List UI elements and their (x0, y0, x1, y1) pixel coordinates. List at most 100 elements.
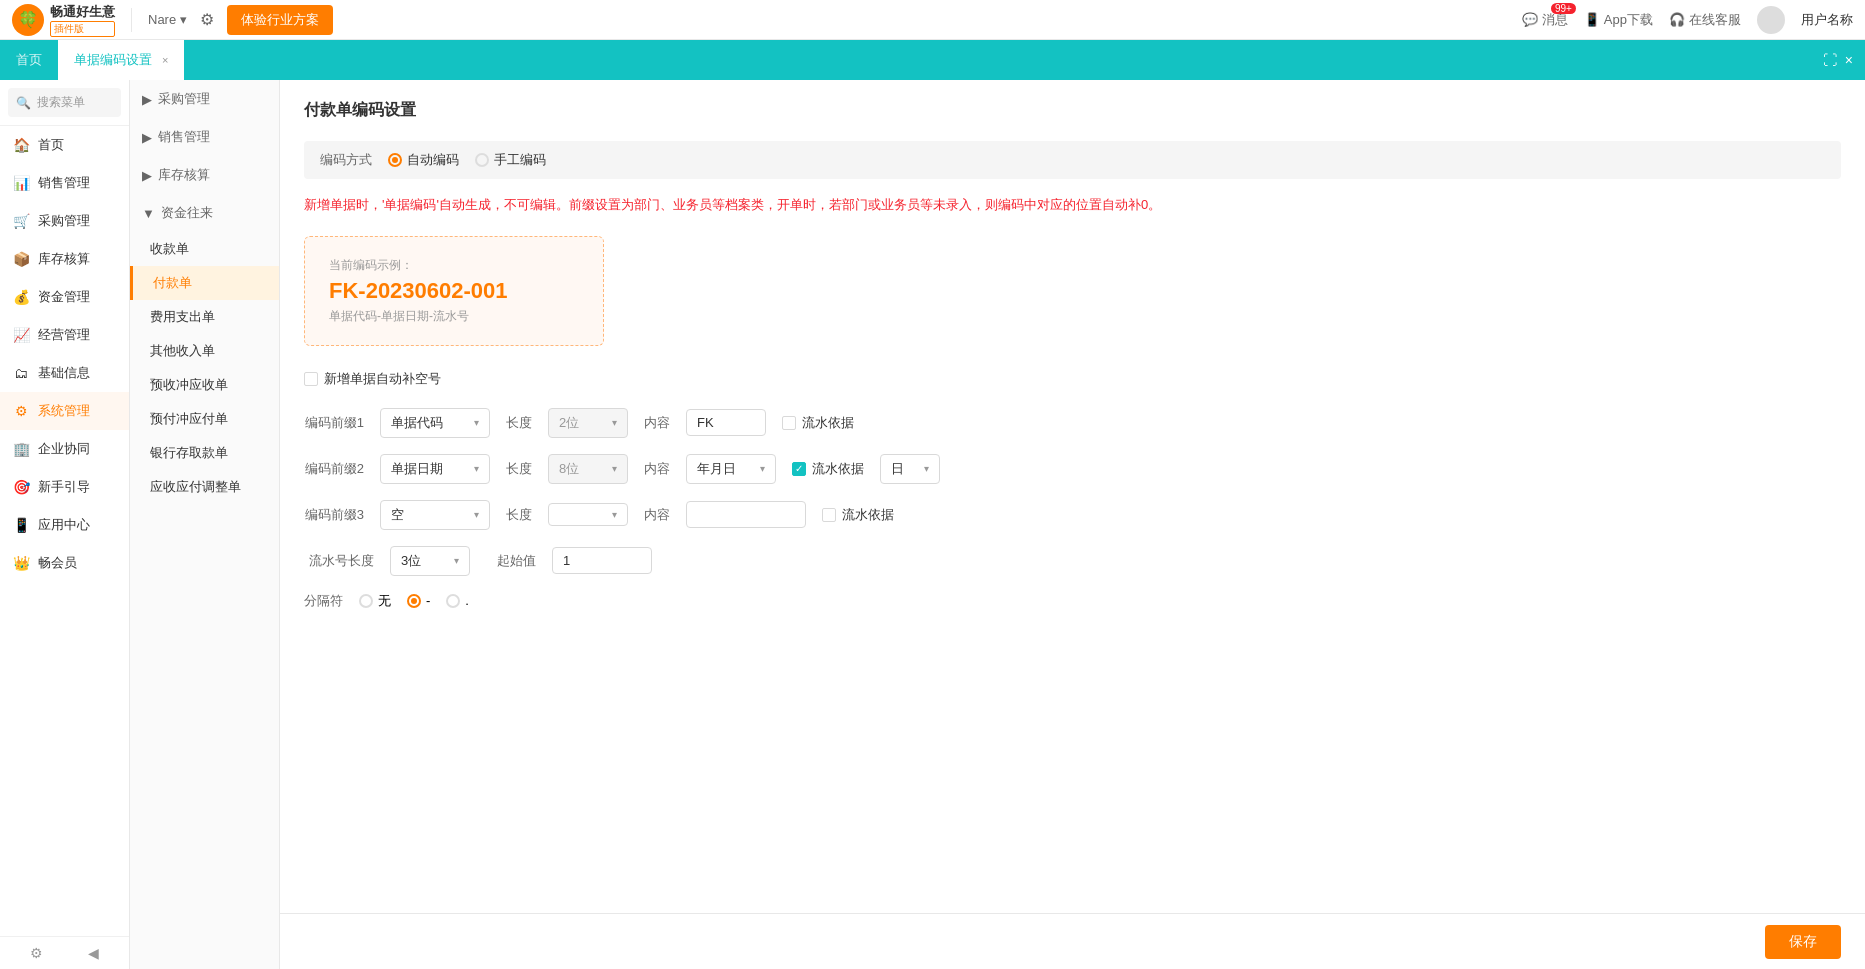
sub-group-inventory: ▶ 库存核算 (130, 156, 279, 194)
auto-fill-checkbox[interactable]: 新增单据自动补空号 (304, 370, 1841, 388)
waterfall-2-unit-select[interactable]: 日 ▾ (880, 454, 940, 484)
message-icon: 💬 (1522, 12, 1538, 27)
sidebar-item-inventory[interactable]: 📦 库存核算 (0, 240, 129, 278)
sidebar-item-basic[interactable]: 🗂 基础信息 (0, 354, 129, 392)
content-3-label: 内容 (644, 506, 670, 524)
app-download-button[interactable]: 📱 App下载 (1584, 11, 1653, 29)
expand-icon[interactable]: ⛶ (1823, 52, 1837, 68)
waterfall-1-checkbox-box[interactable] (782, 416, 796, 430)
length-2-select[interactable]: 8位 ▾ (548, 454, 628, 484)
sep-none-option[interactable]: 无 (359, 592, 391, 610)
encoding-mode-section: 编码方式 自动编码 手工编码 (304, 141, 1841, 179)
home-icon: 🏠 (12, 137, 30, 153)
prefix-1-select[interactable]: 单据代码 ▾ (380, 408, 490, 438)
waterfall-1-checkbox[interactable]: 流水依据 (782, 414, 854, 432)
content-3-input[interactable] (686, 501, 806, 528)
auto-encoding-radio[interactable] (388, 153, 402, 167)
waterfall-2-checkbox[interactable]: ✓ 流水依据 (792, 460, 864, 478)
tab-encoding[interactable]: 单据编码设置 × (58, 40, 184, 80)
chevron-icon: ▾ (924, 463, 929, 474)
sidebar-item-enterprise[interactable]: 🏢 企业协同 (0, 430, 129, 468)
online-service-button[interactable]: 🎧 在线客服 (1669, 11, 1741, 29)
auto-fill-checkbox-box[interactable] (304, 372, 318, 386)
sub-item-prepay-pay[interactable]: 预付冲应付单 (130, 402, 279, 436)
start-value-label: 起始值 (486, 552, 536, 570)
tab-home[interactable]: 首页 (0, 40, 58, 80)
logo-text: 畅通好生意 插件版 (50, 3, 115, 37)
sidebar-collapse-button[interactable]: ◀ (88, 945, 99, 961)
code-preview-desc: 单据代码-单据日期-流水号 (329, 308, 579, 325)
close-tab-action-icon[interactable]: × (1845, 52, 1853, 68)
sub-group-purchase: ▶ 采购管理 (130, 80, 279, 118)
chevron-icon: ▾ (474, 463, 479, 474)
message-button[interactable]: 💬 消息 99+ (1522, 11, 1568, 29)
sub-sidebar: ▶ 采购管理 ▶ 销售管理 ▶ 库存核算 ▼ 资金往来 收款单 付款单 费用支出… (130, 80, 280, 969)
sub-item-receipt[interactable]: 收款单 (130, 232, 279, 266)
prefix-2-select[interactable]: 单据日期 ▾ (380, 454, 490, 484)
sidebar-item-sales[interactable]: 📊 销售管理 (0, 164, 129, 202)
sub-group-sales-title[interactable]: ▶ 销售管理 (130, 118, 279, 156)
nav-tab-actions: ⛶ × (1811, 52, 1865, 68)
member-icon: 👑 (12, 555, 30, 571)
content-2-select[interactable]: 年月日 ▾ (686, 454, 776, 484)
sub-item-receivable-adj[interactable]: 应收应付调整单 (130, 470, 279, 504)
save-button[interactable]: 保存 (1765, 925, 1841, 959)
sep-none-radio[interactable] (359, 594, 373, 608)
sub-item-other-income[interactable]: 其他收入单 (130, 334, 279, 368)
waterfall-3-checkbox-box[interactable] (822, 508, 836, 522)
sidebar-settings-button[interactable]: ⚙ (30, 945, 43, 961)
sidebar-item-member[interactable]: 👑 畅会员 (0, 544, 129, 582)
sub-group-inventory-title[interactable]: ▶ 库存核算 (130, 156, 279, 194)
sub-group-capital: ▼ 资金往来 收款单 付款单 费用支出单 其他收入单 预收冲应收单 预付冲应付单… (130, 194, 279, 504)
nav-tabs: 首页 单据编码设置 × ⛶ × (0, 40, 1865, 80)
serial-length-label: 流水号长度 (304, 552, 374, 570)
arrow-down-icon: ▼ (142, 206, 155, 221)
sub-item-bank-deposit[interactable]: 银行存取款单 (130, 436, 279, 470)
serial-length-select[interactable]: 3位 ▾ (390, 546, 470, 576)
waterfall-3-checkbox[interactable]: 流水依据 (822, 506, 894, 524)
trial-button[interactable]: 体验行业方案 (227, 5, 333, 35)
sep-dash-option[interactable]: - (407, 593, 430, 608)
inventory-icon: 📦 (12, 251, 30, 267)
search-menu-button[interactable]: 🔍 搜索菜单 (8, 88, 121, 117)
sep-dot-option[interactable]: . (446, 593, 469, 608)
top-bar-left: 🍀 畅通好生意 插件版 Nare ▾ ⚙ 体验行业方案 (12, 3, 333, 37)
waterfall-2-checkbox-box[interactable]: ✓ (792, 462, 806, 476)
enterprise-icon: 🏢 (12, 441, 30, 457)
sidebar-item-home[interactable]: 🏠 首页 (0, 126, 129, 164)
sidebar-item-guide[interactable]: 🎯 新手引导 (0, 468, 129, 506)
sub-item-prepay-receive[interactable]: 预收冲应收单 (130, 368, 279, 402)
sidebar-item-purchase[interactable]: 🛒 采购管理 (0, 202, 129, 240)
manual-encoding-option[interactable]: 手工编码 (475, 151, 546, 169)
sub-item-payment[interactable]: 付款单 (130, 266, 279, 300)
sub-group-purchase-title[interactable]: ▶ 采购管理 (130, 80, 279, 118)
company-selector[interactable]: Nare ▾ (148, 12, 187, 27)
message-badge: 99+ (1551, 3, 1576, 14)
sub-item-expense[interactable]: 费用支出单 (130, 300, 279, 334)
sidebar-search-section: 🔍 搜索菜单 (0, 80, 129, 126)
auto-encoding-option[interactable]: 自动编码 (388, 151, 459, 169)
chevron-icon: ▾ (474, 509, 479, 520)
chevron-icon: ▾ (474, 417, 479, 428)
sidebar-item-finance[interactable]: 💰 资金管理 (0, 278, 129, 316)
start-value-input[interactable] (552, 547, 652, 574)
sidebar-item-system[interactable]: ⚙ 系统管理 (0, 392, 129, 430)
divider (131, 8, 132, 32)
prefix-row-3: 编码前缀3 空 ▾ 长度 ▾ 内容 流水依据 (304, 500, 1841, 530)
length-1-select[interactable]: 2位 ▾ (548, 408, 628, 438)
length-3-select[interactable]: ▾ (548, 503, 628, 526)
content-1-input[interactable] (686, 409, 766, 436)
sub-group-capital-title[interactable]: ▼ 资金往来 (130, 194, 279, 232)
sidebar-item-business[interactable]: 📈 经营管理 (0, 316, 129, 354)
content-1-label: 内容 (644, 414, 670, 432)
arrow-icon: ▶ (142, 168, 152, 183)
encoding-mode-label: 编码方式 (320, 151, 372, 169)
settings-icon[interactable]: ⚙ (195, 8, 219, 32)
user-avatar[interactable] (1757, 6, 1785, 34)
sep-dot-radio[interactable] (446, 594, 460, 608)
prefix-3-select[interactable]: 空 ▾ (380, 500, 490, 530)
manual-encoding-radio[interactable] (475, 153, 489, 167)
sep-dash-radio[interactable] (407, 594, 421, 608)
sidebar-item-apps[interactable]: 📱 应用中心 (0, 506, 129, 544)
tab-close-icon[interactable]: × (162, 54, 168, 66)
